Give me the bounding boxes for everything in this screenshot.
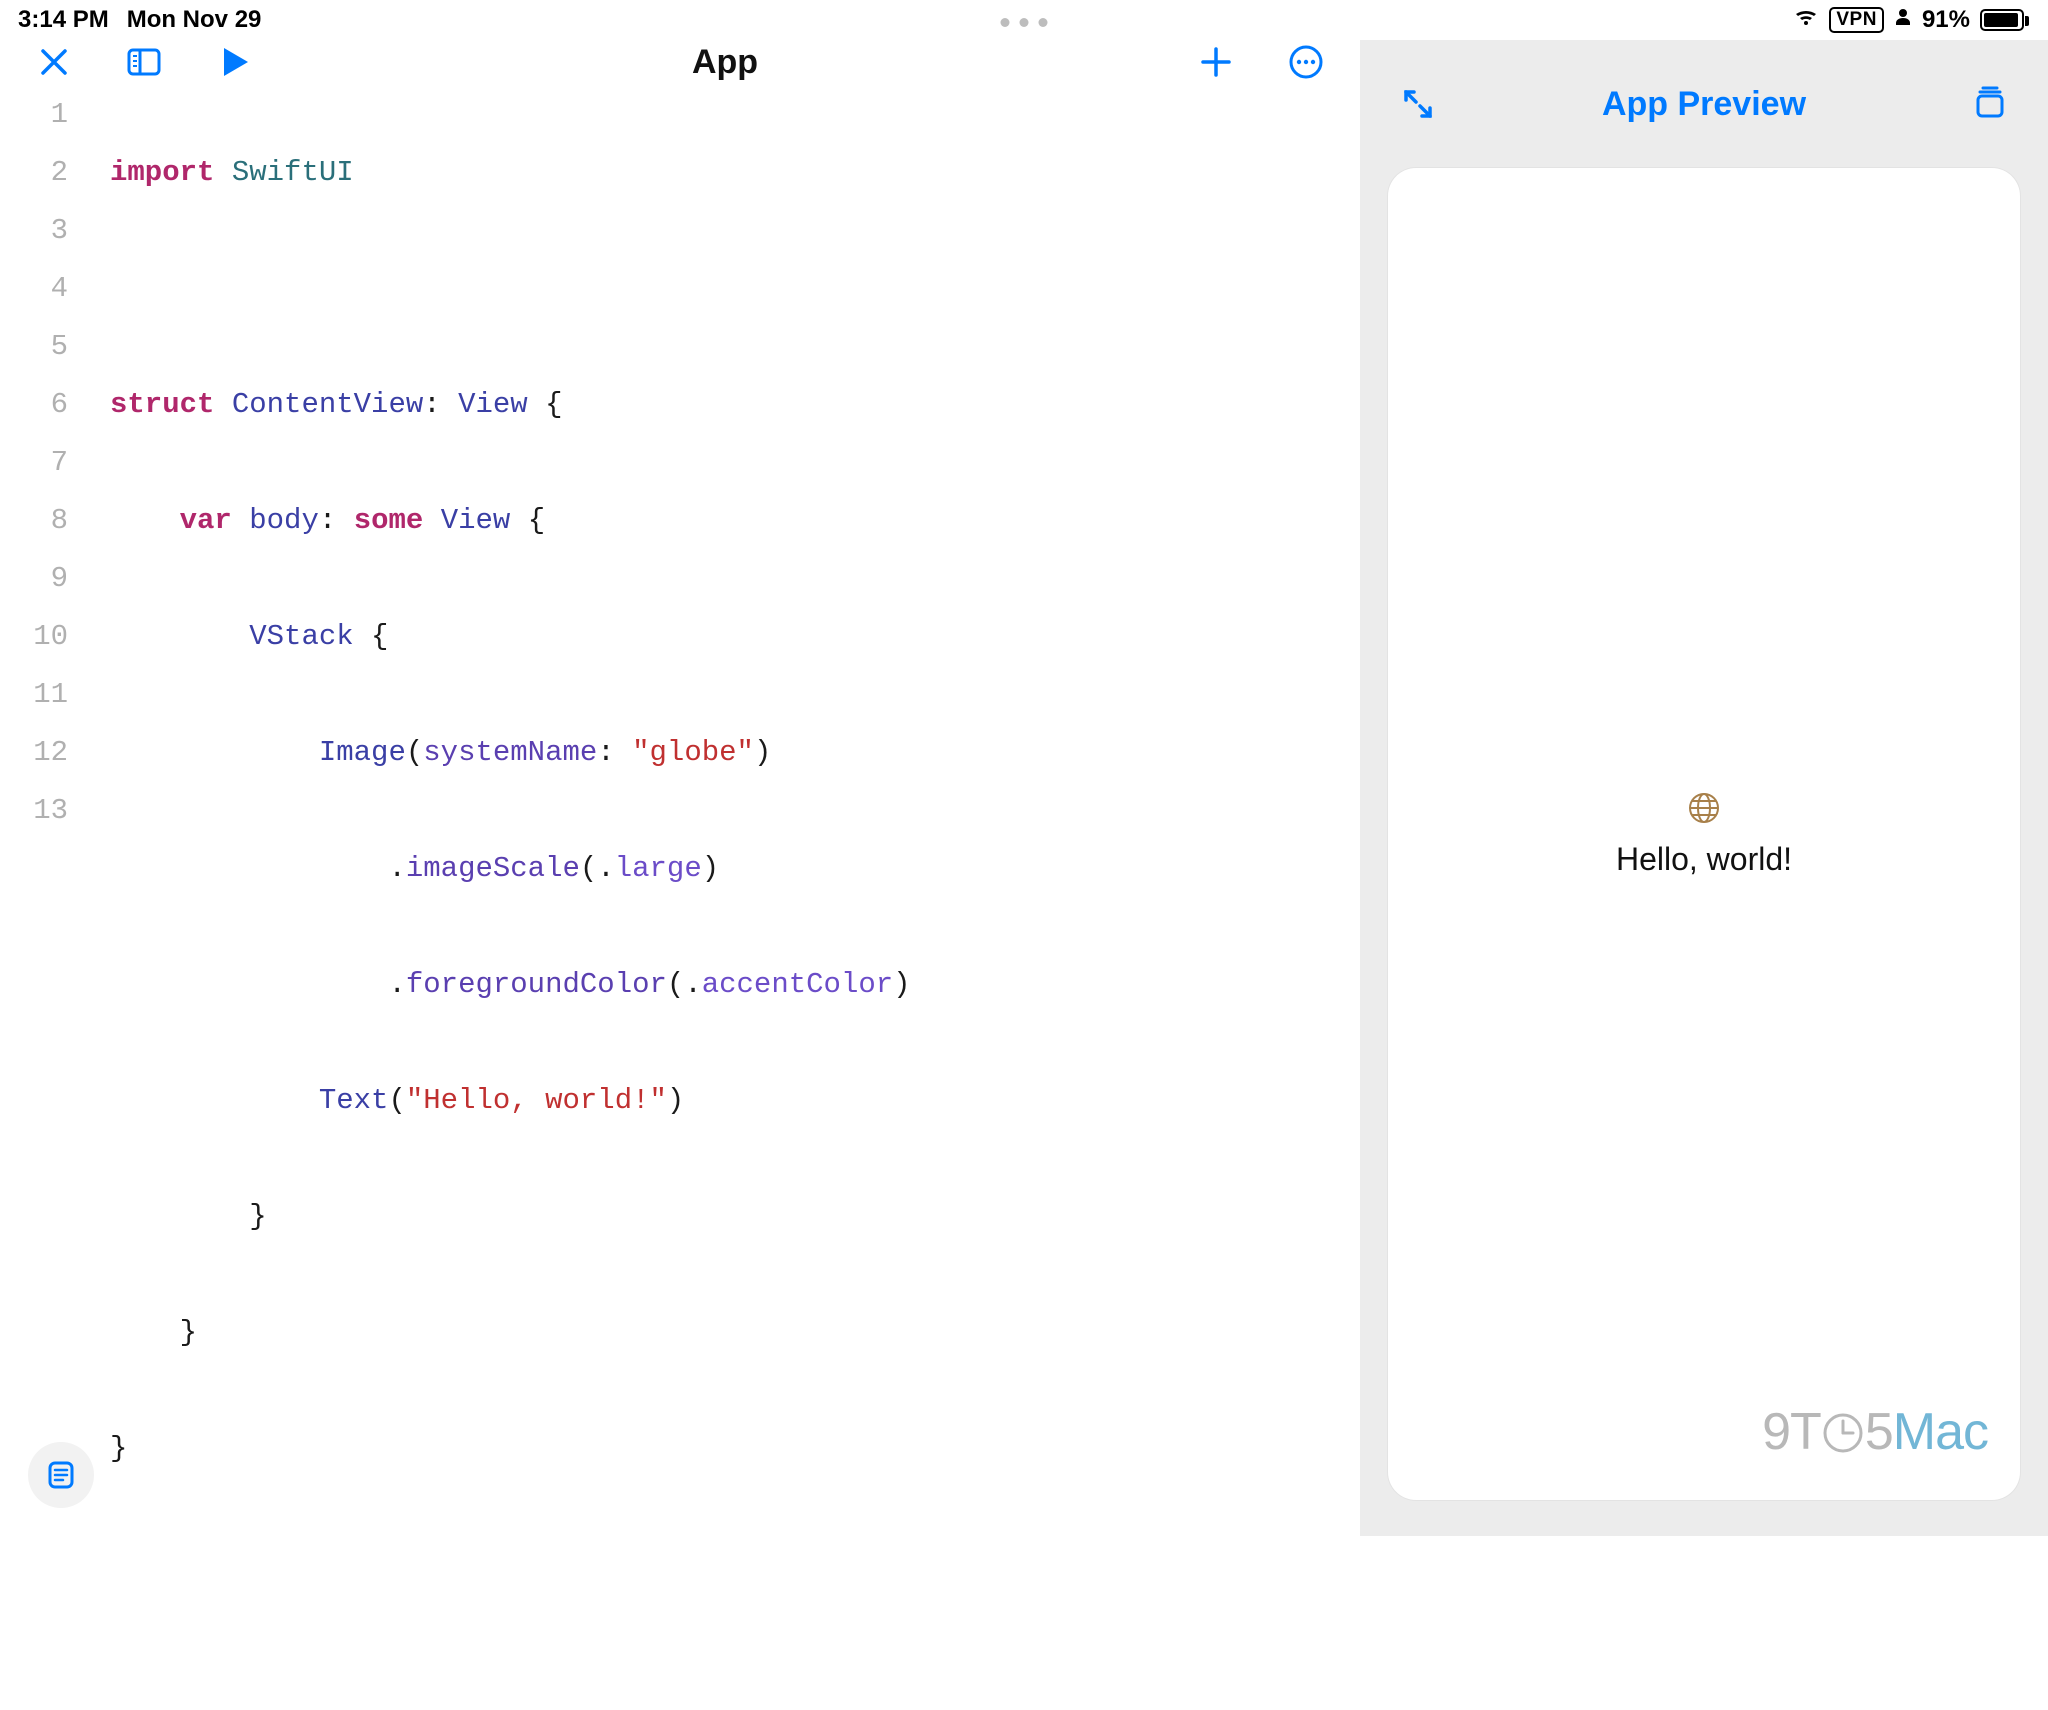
status-bar: 3:14 PM Mon Nov 29 VPN 91% bbox=[0, 0, 2048, 40]
more-button[interactable] bbox=[1284, 40, 1328, 84]
close-button[interactable] bbox=[32, 40, 76, 84]
globe-icon bbox=[1686, 790, 1722, 831]
docs-button[interactable] bbox=[28, 1442, 94, 1508]
code-content[interactable]: import SwiftUI struct ContentView: View … bbox=[110, 86, 1360, 1710]
watermark: 9T5Mac bbox=[1762, 1402, 1988, 1462]
sidebar-toggle-button[interactable] bbox=[122, 40, 166, 84]
run-button[interactable] bbox=[212, 40, 256, 84]
preview-toolbar: App Preview bbox=[1360, 40, 2048, 168]
preview-canvas: Hello, world! bbox=[1388, 168, 2020, 1500]
editor-toolbar: App bbox=[0, 40, 1360, 84]
preview-pane: App Preview Hello, world! 9T5Mac bbox=[1360, 40, 2048, 1536]
battery-percent: 91% bbox=[1922, 6, 1970, 34]
vpn-badge: VPN bbox=[1829, 7, 1884, 33]
wifi-icon bbox=[1793, 6, 1819, 34]
multitask-dots[interactable] bbox=[1001, 18, 1048, 27]
status-date: Mon Nov 29 bbox=[127, 6, 262, 34]
add-button[interactable] bbox=[1194, 40, 1238, 84]
editor-title: App bbox=[692, 43, 758, 82]
expand-button[interactable] bbox=[1396, 82, 1440, 126]
battery-icon bbox=[1980, 9, 2024, 31]
preview-hello-text: Hello, world! bbox=[1616, 841, 1792, 878]
location-icon bbox=[1894, 6, 1912, 35]
preview-title: App Preview bbox=[1602, 85, 1806, 124]
editor-pane: App 1 2 3 4 5 6 7 8 9 10 bbox=[0, 40, 1360, 1536]
code-editor[interactable]: 1 2 3 4 5 6 7 8 9 10 11 12 13 import Swi… bbox=[0, 84, 1360, 1710]
windows-button[interactable] bbox=[1968, 82, 2012, 126]
status-time: 3:14 PM bbox=[18, 6, 109, 34]
